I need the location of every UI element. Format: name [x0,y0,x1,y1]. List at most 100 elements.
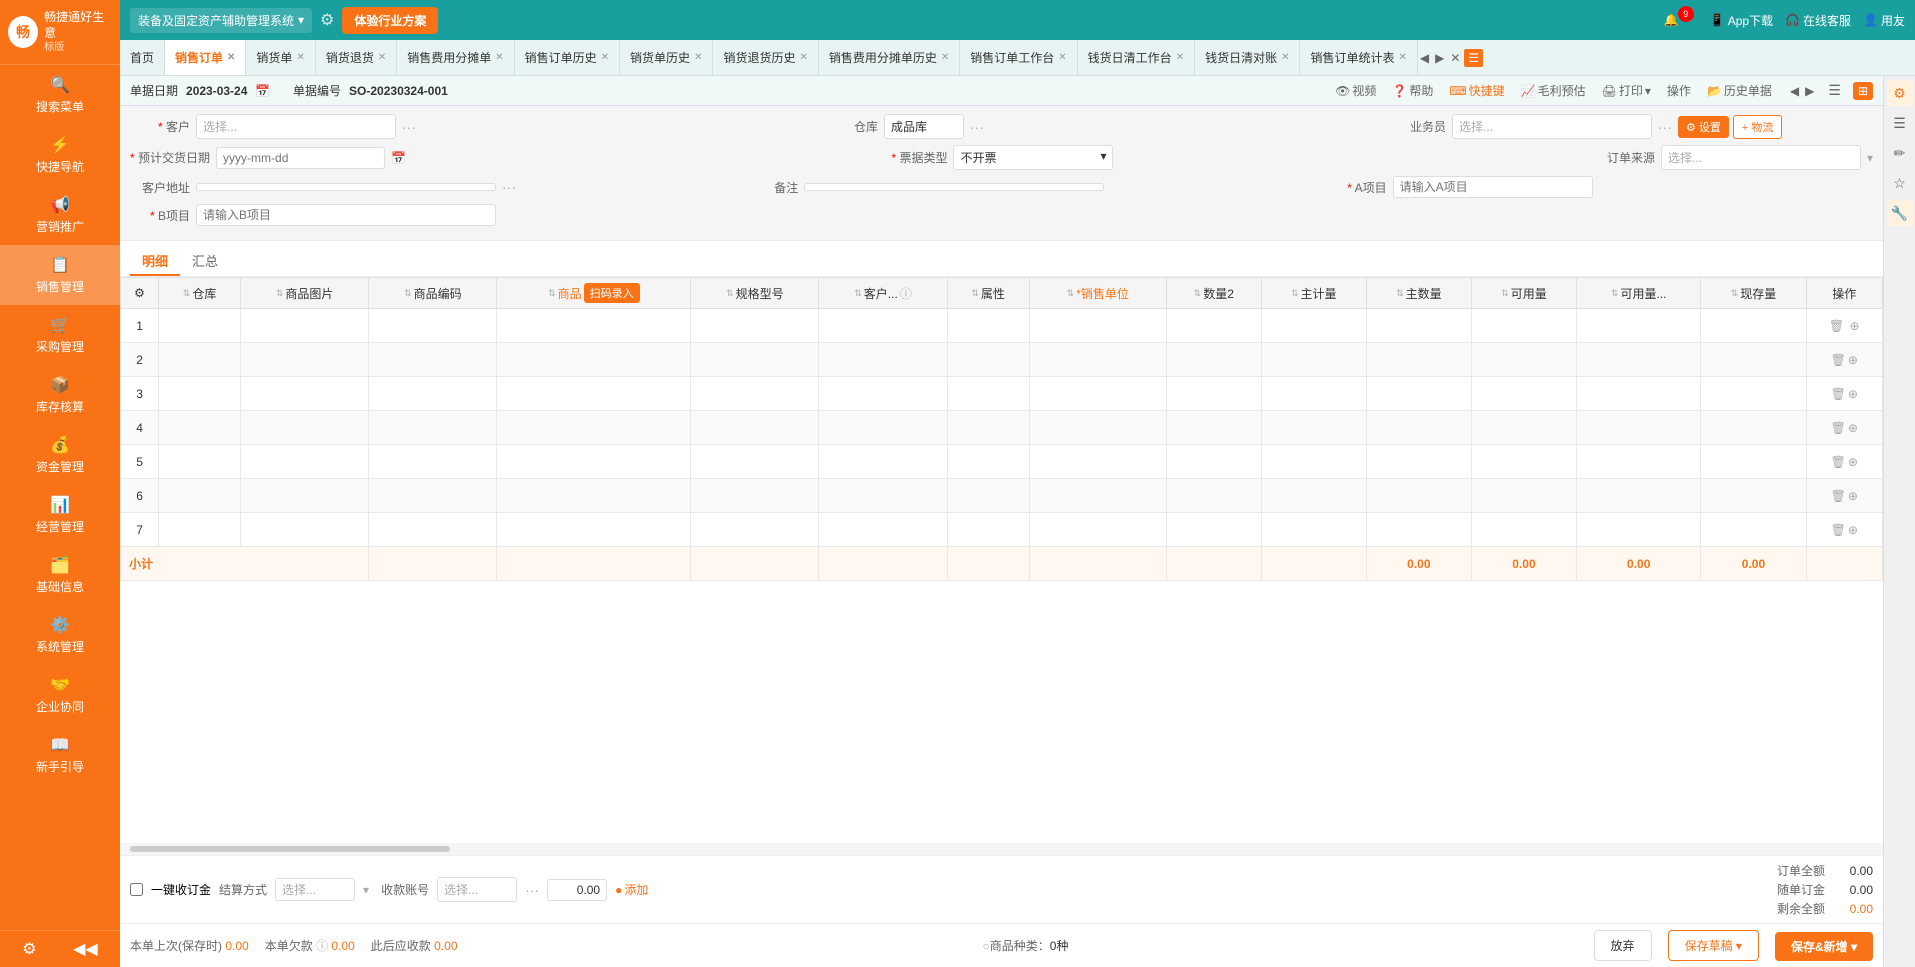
right-list-btn[interactable]: ☰ [1887,110,1913,136]
sidebar-item-sales[interactable]: 📋 销售管理 [0,245,120,305]
th-available[interactable]: ⇅可用量 [1471,278,1576,309]
row-5-goods[interactable] [497,445,691,479]
sidebar-item-operations[interactable]: 📊 经营管理 [0,485,120,545]
row-1-main-unit[interactable] [1261,309,1366,343]
tab-close-icon[interactable]: ✕ [227,52,235,63]
sidebar-item-guide[interactable]: 📖 新手引导 [0,725,120,785]
row-7-goods[interactable] [497,513,691,547]
row-3-ccode[interactable] [819,377,947,411]
view-btn[interactable]: 👁 视频 [1331,80,1380,101]
prev-record-btn[interactable]: ◀ [1788,84,1801,98]
row-2-avail2[interactable] [1577,343,1701,377]
th-qty2[interactable]: ⇅数量2 [1166,278,1261,309]
th-unit[interactable]: ⇅*销售单位 [1029,278,1166,309]
address-input[interactable] [196,183,496,191]
delete-icon[interactable]: 🗑 [1831,387,1846,401]
sidebar-item-marketing[interactable]: 📢 营销推广 [0,185,120,245]
row-3-munit[interactable] [1261,377,1366,411]
row-7-qty2[interactable] [1166,513,1261,547]
sidebar-item-finance[interactable]: 💰 资金管理 [0,425,120,485]
tab-sales-return[interactable]: 销货退货 ✕ [316,40,397,76]
row-4-stock[interactable] [1701,411,1806,445]
row-7-mqty[interactable] [1366,513,1471,547]
remark-input[interactable] [804,183,1104,191]
row-4-avail2[interactable] [1577,411,1701,445]
row-1-code[interactable] [369,309,497,343]
row-5-code[interactable] [369,445,497,479]
row-6-warehouse[interactable] [159,479,241,513]
tab-close-icon[interactable]: ✕ [495,52,503,63]
right-edit-btn[interactable]: ✏ [1887,140,1913,166]
row-4-code[interactable] [369,411,497,445]
row-1-qty2[interactable] [1166,309,1261,343]
th-code[interactable]: ⇅商品编码 [369,278,497,309]
row-7-warehouse[interactable] [159,513,241,547]
row-2-ccode[interactable] [819,343,947,377]
row-1-spec[interactable] [691,309,819,343]
calendar-icon[interactable]: 📅 [255,84,270,98]
tab-menu-button[interactable]: ☰ [1464,49,1483,67]
salesperson-input[interactable]: 选择... [1452,114,1652,139]
print-btn[interactable]: 🖨 打印 ▾ [1598,80,1655,101]
warehouse-input[interactable]: 成品库 [884,114,964,139]
th-goods[interactable]: ⇅商品 扫码录入 [497,278,691,309]
row-3-prop[interactable] [947,377,1029,411]
row-3-image[interactable] [241,377,369,411]
right-settings-btn[interactable]: ⚙ [1887,80,1913,106]
calendar2-icon[interactable]: 📅 [391,151,406,165]
payment-method-select[interactable]: 选择... [275,878,355,901]
row-6-stock[interactable] [1701,479,1806,513]
tab-sales-order[interactable]: 销售订单 ✕ [165,40,246,76]
sidebar-item-system[interactable]: ⚙️ 系统管理 [0,605,120,665]
row-6-code[interactable] [369,479,497,513]
settings-form-btn[interactable]: ⚙ 设置 [1678,116,1729,138]
th-stock[interactable]: ⇅现存量 [1701,278,1806,309]
row-3-mqty[interactable] [1366,377,1471,411]
row-6-spec[interactable] [691,479,819,513]
delete-icon[interactable]: 🗑 [1829,319,1844,333]
industry-button[interactable]: 体验行业方案 [342,7,438,34]
copy-icon[interactable]: ⊕ [1850,319,1860,333]
row-2-warehouse[interactable] [159,343,241,377]
tab-close-icon[interactable]: ✕ [1399,52,1407,63]
save-new-button[interactable]: 保存&新增 ▾ [1775,932,1873,961]
row-3-warehouse[interactable] [159,377,241,411]
row-3-stock[interactable] [1701,377,1806,411]
one-click-checkbox[interactable] [130,883,143,896]
tab-summary[interactable]: 汇总 [180,247,230,276]
row-2-code[interactable] [369,343,497,377]
row-3-qty2[interactable] [1166,377,1261,411]
row-3-spec[interactable] [691,377,819,411]
row-6-unit[interactable] [1029,479,1166,513]
row-2-qty2[interactable] [1166,343,1261,377]
row-3-avail2[interactable] [1577,377,1701,411]
row-6-image[interactable] [241,479,369,513]
row-2-prop[interactable] [947,343,1029,377]
row-2-munit[interactable] [1261,343,1366,377]
copy-icon[interactable]: ⊕ [1848,523,1858,537]
tab-close-icon[interactable]: ✕ [1058,52,1066,63]
address-more-btn[interactable]: ··· [502,179,516,195]
a-project-input[interactable] [1393,176,1593,198]
row-7-avail[interactable] [1471,513,1576,547]
th-image[interactable]: ⇅商品图片 [241,278,369,309]
b-project-input[interactable] [196,204,496,226]
discard-button[interactable]: 放弃 [1594,930,1652,961]
tab-close-all-button[interactable]: ✕ [1448,51,1462,65]
row-5-image[interactable] [241,445,369,479]
row-4-mqty[interactable] [1366,411,1471,445]
sidebar-item-shortcut[interactable]: ⚡ 快捷导航 [0,125,120,185]
tab-daily-workspace[interactable]: 钱货日清工作台 ✕ [1078,40,1195,76]
row-4-image[interactable] [241,411,369,445]
row-5-stock[interactable] [1701,445,1806,479]
copy-icon[interactable]: ⊕ [1848,387,1858,401]
row-2-stock[interactable] [1701,343,1806,377]
row-2-avail[interactable] [1471,343,1576,377]
tab-close-icon[interactable]: ✕ [694,52,702,63]
row-3-unit[interactable] [1029,377,1166,411]
scan-button[interactable]: 扫码录入 [584,283,640,303]
tab-home[interactable]: 首页 [120,40,165,76]
profit-btn[interactable]: 📈 毛利预估 [1517,80,1590,101]
invoice-select[interactable]: 不开票 ▾ [953,145,1113,170]
th-property[interactable]: ⇅属性 [947,278,1029,309]
